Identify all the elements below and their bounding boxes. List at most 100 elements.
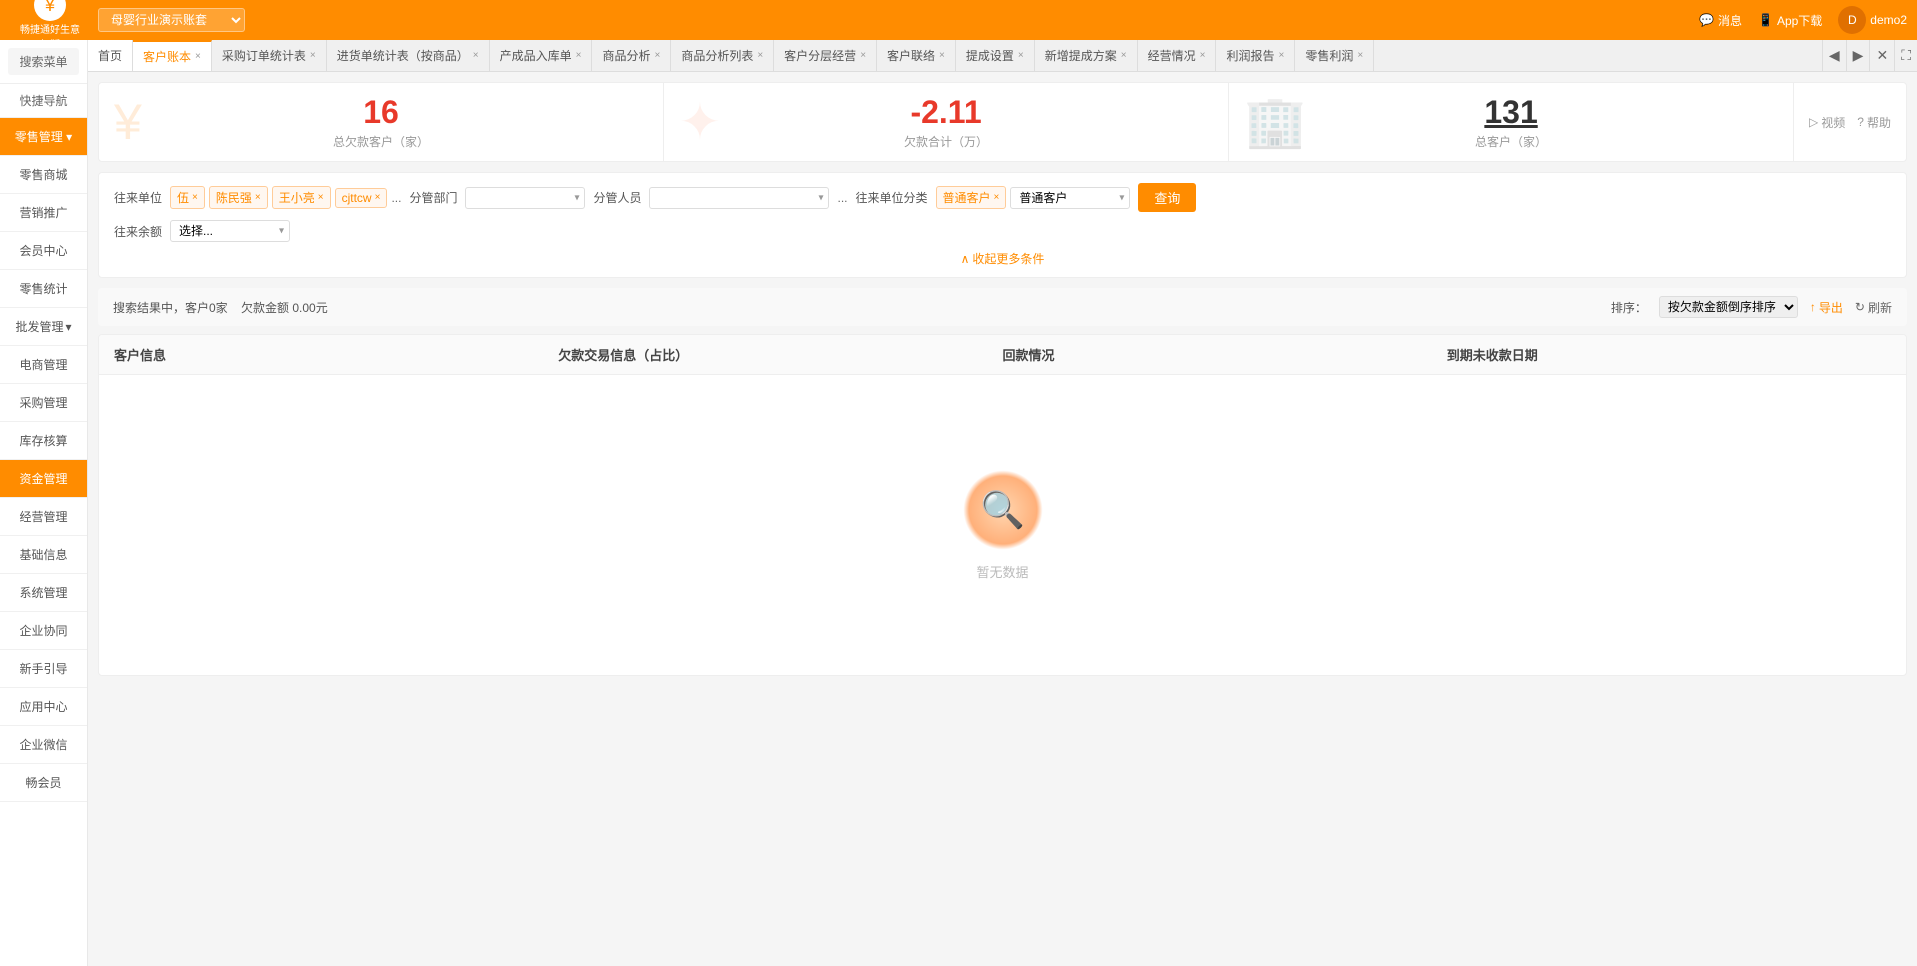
sidebar-item-ecommerce[interactable]: 电商管理 — [0, 346, 87, 384]
tab-goods-list-close[interactable]: × — [757, 50, 763, 61]
sidebar-item-retail-mall[interactable]: 零售商城 — [0, 156, 87, 194]
export-label: 导出 — [1819, 299, 1843, 316]
person-more-btn[interactable]: ... — [837, 191, 847, 205]
tab-goods-analysis[interactable]: 商品分析 × — [592, 40, 671, 72]
tab-add-plan[interactable]: 新增提成方案 × — [1035, 40, 1138, 72]
sort-select[interactable]: 按欠款金额倒序排序 — [1659, 296, 1798, 318]
tab-controls: ◀ ▶ ✕ ⛶ — [1822, 40, 1917, 72]
tab-profit-report-close[interactable]: × — [1278, 50, 1284, 61]
result-bar: 搜索结果中，客户0家 欠款金额 0.00元 排序： 按欠款金额倒序排序 ↑ 导出… — [98, 288, 1907, 326]
tab-home[interactable]: 首页 — [88, 40, 133, 72]
workspace-selector[interactable]: 母婴行业演示账套 — [98, 8, 245, 32]
sidebar-item-ops[interactable]: 经营管理 — [0, 498, 87, 536]
tab-cost-in[interactable]: 产成品入库单 × — [490, 40, 593, 72]
tab-customer-tier[interactable]: 客户分层经营 × — [774, 40, 877, 72]
tab-customer-account-close[interactable]: × — [195, 51, 201, 62]
help-link[interactable]: ? 帮助 — [1857, 114, 1891, 131]
collapse-btn[interactable]: ∧ 收起更多条件 — [961, 250, 1045, 267]
person-select[interactable] — [649, 187, 829, 209]
search-menu-btn[interactable]: 搜索菜单 — [8, 48, 79, 75]
filter-more-btn[interactable]: ... — [391, 191, 401, 205]
tab-customer-account[interactable]: 客户账本 × — [133, 40, 212, 72]
balance-select[interactable]: 选择... — [170, 220, 290, 242]
unit-label: 往来单位 — [114, 189, 162, 206]
tab-prev-btn[interactable]: ◀ — [1822, 40, 1846, 72]
filter-tag-cj-close[interactable]: × — [375, 192, 381, 203]
message-label: 消息 — [1718, 12, 1742, 29]
tab-remind-settings-label: 提成设置 — [966, 47, 1014, 64]
basic-label: 基础信息 — [19, 548, 67, 562]
sidebar-item-app-center[interactable]: 应用中心 — [0, 688, 87, 726]
sidebar-item-inventory[interactable]: 库存核算 — [0, 422, 87, 460]
filter-tag-wang: 王小亮 × — [272, 186, 331, 209]
help-icon: ? — [1857, 115, 1864, 129]
dept-select[interactable] — [465, 187, 585, 209]
tab-purchase-order[interactable]: 采购订单统计表 × — [212, 40, 327, 72]
retail-stats-label: 零售统计 — [19, 282, 67, 296]
inventory-label: 库存核算 — [19, 434, 67, 448]
tab-cost-in-close[interactable]: × — [576, 50, 582, 61]
message-btn[interactable]: 💬 消息 — [1699, 12, 1742, 29]
category-select-wrapper: 普通客户 — [1010, 187, 1130, 209]
tab-purchase-order-close[interactable]: × — [310, 50, 316, 61]
tab-retail-profit[interactable]: 零售利润 × — [1295, 40, 1374, 72]
query-btn[interactable]: 查询 — [1138, 183, 1196, 212]
filter-row-1: 往来单位 伍 × 陈民强 × 王小亮 × — [114, 183, 1891, 212]
tab-business-status[interactable]: 经营情况 × — [1138, 40, 1217, 72]
col-arrears-info: 欠款交易信息（占比） — [558, 345, 1002, 364]
sidebar-item-wholesale[interactable]: 批发管理 ▾ — [0, 308, 87, 346]
video-icon: ▷ — [1809, 115, 1818, 129]
sidebar-item-system[interactable]: 系统管理 — [0, 574, 87, 612]
video-link[interactable]: ▷ 视频 — [1809, 114, 1845, 131]
quick-nav-btn[interactable]: 快捷导航 — [0, 84, 87, 118]
tab-stock-stats[interactable]: 进货单统计表（按商品） × — [327, 40, 490, 72]
stats-total-customers: ¥ 16 总欠款客户（家） — [99, 83, 664, 161]
tab-close-all-btn[interactable]: ✕ — [1869, 40, 1894, 72]
tab-customer-tier-close[interactable]: × — [860, 50, 866, 61]
sidebar-item-retail-stats[interactable]: 零售统计 — [0, 270, 87, 308]
tab-goods-list[interactable]: 商品分析列表 × — [671, 40, 774, 72]
app-download-icon: 📱 — [1758, 13, 1773, 27]
sidebar-item-basic[interactable]: 基础信息 — [0, 536, 87, 574]
sidebar-item-enterprise[interactable]: 企业协同 — [0, 612, 87, 650]
category-select[interactable]: 普通客户 — [1010, 187, 1130, 209]
tab-expand-btn[interactable]: ⛶ — [1894, 40, 1917, 72]
app-download-btn[interactable]: 📱 App下载 — [1758, 12, 1822, 29]
tab-customer-connect-close[interactable]: × — [939, 50, 945, 61]
tab-remind-settings[interactable]: 提成设置 × — [956, 40, 1035, 72]
sidebar-item-marketing[interactable]: 营销推广 — [0, 194, 87, 232]
wechat-label: 企业微信 — [19, 738, 67, 752]
refresh-btn[interactable]: ↻ 刷新 — [1855, 299, 1892, 316]
tab-customer-connect[interactable]: 客户联络 × — [877, 40, 956, 72]
dept-select-wrapper — [465, 187, 585, 209]
tab-goods-analysis-close[interactable]: × — [654, 50, 660, 61]
tab-profit-report[interactable]: 利润报告 × — [1216, 40, 1295, 72]
tab-retail-profit-close[interactable]: × — [1357, 50, 1363, 61]
sidebar-item-vip[interactable]: 畅会员 — [0, 764, 87, 802]
filter-tag-category-close[interactable]: × — [994, 192, 1000, 203]
tab-remind-settings-close[interactable]: × — [1018, 50, 1024, 61]
tab-business-status-label: 经营情况 — [1148, 47, 1196, 64]
tab-stock-stats-label: 进货单统计表（按商品） — [337, 47, 469, 64]
tab-add-plan-close[interactable]: × — [1121, 50, 1127, 61]
filter-tag-chen-close[interactable]: × — [255, 192, 261, 203]
stats-customers-label: 总欠款客户（家） — [333, 133, 429, 150]
export-btn[interactable]: ↑ 导出 — [1810, 299, 1843, 316]
filter-tag-chen: 陈民强 × — [209, 186, 268, 209]
filter-tag-wang-close[interactable]: × — [318, 192, 324, 203]
sidebar-item-finance[interactable]: 资金管理 — [0, 460, 87, 498]
tab-business-status-close[interactable]: × — [1200, 50, 1206, 61]
user-menu[interactable]: D demo2 — [1838, 6, 1907, 34]
sidebar-item-member[interactable]: 会员中心 — [0, 232, 87, 270]
tab-next-btn[interactable]: ▶ — [1846, 40, 1870, 72]
tab-stock-stats-close[interactable]: × — [473, 50, 479, 61]
sidebar-item-retail-mgmt[interactable]: 零售管理 ▾ — [0, 118, 87, 156]
wholesale-label: 批发管理 — [15, 318, 63, 335]
sidebar-item-wechat[interactable]: 企业微信 — [0, 726, 87, 764]
sidebar-search: 搜索菜单 — [0, 40, 87, 84]
stats-actions: ▷ 视频 ? 帮助 — [1794, 83, 1906, 161]
filter-tag-wu-close[interactable]: × — [192, 192, 198, 203]
sidebar-item-purchase[interactable]: 采购管理 — [0, 384, 87, 422]
retail-mall-label: 零售商城 — [19, 168, 67, 182]
sidebar-item-guide[interactable]: 新手引导 — [0, 650, 87, 688]
